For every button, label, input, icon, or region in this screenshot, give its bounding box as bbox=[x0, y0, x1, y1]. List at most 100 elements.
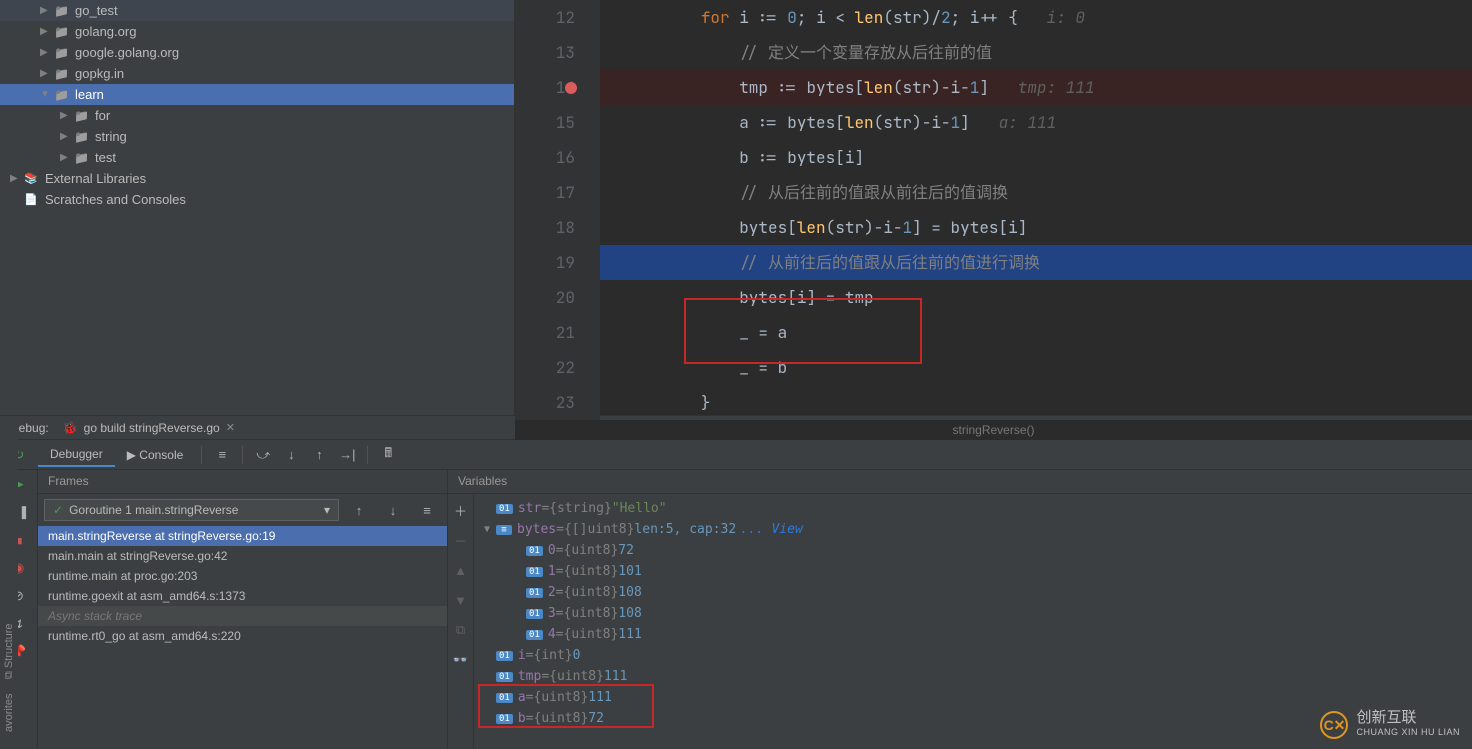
code-line[interactable]: bytes[len(str)-i-1] = bytes[i] bbox=[600, 210, 1472, 245]
library-icon bbox=[24, 172, 40, 186]
stack-frame[interactable]: runtime.main at proc.go:203 bbox=[38, 566, 447, 586]
var-value: 72 bbox=[588, 711, 604, 726]
type-badge-icon: 01 bbox=[526, 567, 543, 577]
code-line[interactable]: _ = a bbox=[600, 315, 1472, 350]
variable-row[interactable]: 01a = {uint8} 111 bbox=[474, 687, 1472, 708]
var-value: 108 bbox=[618, 606, 641, 621]
variables-panel: Variables ＋ － ▲ ▼ ⧉ 👓 01str = {string} "… bbox=[448, 470, 1472, 749]
var-type: {string} bbox=[549, 501, 612, 516]
code-line[interactable]: // 从前往后的值跟从后往前的值进行调换 bbox=[600, 245, 1472, 280]
move-down-button[interactable]: ▼ bbox=[449, 588, 473, 612]
variable-row[interactable]: 011 = {uint8} 101 bbox=[474, 561, 1472, 582]
type-badge-icon: 01 bbox=[496, 672, 513, 682]
code-line[interactable]: tmp := bytes[len(str)-i-1] tmp: 111 bbox=[600, 70, 1472, 105]
var-type: {uint8} bbox=[549, 669, 604, 684]
chevron-icon: ▶ bbox=[60, 110, 70, 121]
evaluate-button[interactable]: 🖩 bbox=[376, 443, 400, 467]
frames-panel: Frames ✓ Goroutine 1 main.stringReverse … bbox=[38, 470, 448, 749]
run-to-cursor-button[interactable]: →| bbox=[335, 443, 359, 467]
var-value: len:5, cap:32 bbox=[634, 522, 736, 537]
variable-row[interactable]: 012 = {uint8} 108 bbox=[474, 582, 1472, 603]
variable-row[interactable]: 013 = {uint8} 108 bbox=[474, 603, 1472, 624]
tree-label: google.golang.org bbox=[75, 45, 179, 60]
tree-label: test bbox=[95, 150, 116, 165]
variable-row[interactable]: 014 = {uint8} 111 bbox=[474, 624, 1472, 645]
debugger-tab[interactable]: Debugger bbox=[38, 443, 115, 467]
chevron-icon: ▶ bbox=[40, 47, 50, 58]
var-type: {uint8} bbox=[564, 564, 619, 579]
step-into-button[interactable]: ↓ bbox=[279, 443, 303, 467]
stack-frame[interactable]: runtime.rt0_go at asm_amd64.s:220 bbox=[38, 626, 447, 646]
variable-row[interactable]: 010 = {uint8} 72 bbox=[474, 540, 1472, 561]
var-name: bytes bbox=[517, 522, 556, 537]
code-line[interactable]: // 定义一个变量存放从后往前的值 bbox=[600, 35, 1472, 70]
code-line[interactable]: b := bytes[i] bbox=[600, 140, 1472, 175]
code-line[interactable]: bytes[i] = tmp bbox=[600, 280, 1472, 315]
chevron-icon: ▶ bbox=[40, 68, 50, 79]
variable-row[interactable]: 01str = {string} "Hello" bbox=[474, 498, 1472, 519]
var-name: a bbox=[518, 690, 526, 705]
var-name: b bbox=[518, 711, 526, 726]
favorites-tab[interactable]: avorites bbox=[3, 693, 15, 732]
tree-item[interactable]: ▶for bbox=[0, 105, 514, 126]
external-libraries[interactable]: ▶ External Libraries bbox=[0, 168, 514, 189]
goroutine-selector[interactable]: ✓ Goroutine 1 main.stringReverse ▾ bbox=[44, 499, 339, 521]
copy-button[interactable]: ⧉ bbox=[449, 618, 473, 642]
tree-item[interactable]: ▼learn bbox=[0, 84, 514, 105]
debug-config-name[interactable]: go build stringReverse.go bbox=[84, 421, 220, 435]
type-badge-icon: 01 bbox=[496, 504, 513, 514]
variable-row[interactable]: 01i = {int} 0 bbox=[474, 645, 1472, 666]
stack-frame[interactable]: runtime.goexit at asm_amd64.s:1373 bbox=[38, 586, 447, 606]
code-line[interactable]: } bbox=[600, 385, 1472, 420]
tree-item[interactable]: ▶ test bbox=[0, 147, 514, 168]
step-out-button[interactable]: ↑ bbox=[307, 443, 331, 467]
var-type: {int} bbox=[534, 648, 573, 663]
type-badge-icon: 01 bbox=[496, 714, 513, 724]
tree-label: learn bbox=[75, 87, 104, 102]
tree-item[interactable]: ▶ google.golang.org bbox=[0, 42, 514, 63]
console-tab[interactable]: ▶ Console bbox=[115, 444, 196, 466]
tree-item[interactable]: ▶golang.org bbox=[0, 21, 514, 42]
stack-frame[interactable]: main.stringReverse at stringReverse.go:1… bbox=[38, 526, 447, 546]
structure-tab[interactable]: ⧉ Structure bbox=[3, 624, 15, 680]
tree-item[interactable]: ▶string bbox=[0, 126, 514, 147]
folder-icon bbox=[54, 4, 70, 18]
variable-row[interactable]: 01tmp = {uint8} 111 bbox=[474, 666, 1472, 687]
glasses-icon[interactable]: 👓 bbox=[449, 648, 473, 672]
code-line[interactable]: _ = b bbox=[600, 350, 1472, 385]
view-link[interactable]: ... View bbox=[740, 522, 803, 537]
tree-item[interactable]: ▶gopkg.in bbox=[0, 63, 514, 84]
function-breadcrumb[interactable]: stringReverse() bbox=[515, 420, 1472, 440]
code-editor[interactable]: 121314151617181920212223 for i := 0; i <… bbox=[515, 0, 1472, 415]
tree-item[interactable]: ▶go_test bbox=[0, 0, 514, 21]
var-name: str bbox=[518, 501, 541, 516]
add-watch-button[interactable]: ＋ bbox=[449, 498, 473, 522]
line-gutter[interactable]: 121314151617181920212223 bbox=[515, 0, 600, 420]
code-line[interactable]: a := bytes[len(str)-i-1] a: 111 bbox=[600, 105, 1472, 140]
breakpoint-icon[interactable] bbox=[565, 82, 577, 94]
chevron-icon: ▶ bbox=[60, 152, 70, 163]
code-content[interactable]: for i := 0; i < len(str)/2; i++ { i: 0 /… bbox=[600, 0, 1472, 420]
folder-icon bbox=[74, 109, 90, 123]
folder-icon bbox=[74, 130, 90, 144]
scratches-consoles[interactable]: Scratches and Consoles bbox=[0, 189, 514, 210]
left-tool-stripe[interactable]: avorites ⧉ Structure bbox=[0, 420, 18, 740]
remove-watch-button[interactable]: － bbox=[449, 528, 473, 552]
variable-row[interactable]: ▼≡bytes = {[]uint8} len:5, cap:32... Vie… bbox=[474, 519, 1472, 540]
move-up-button[interactable]: ▲ bbox=[449, 558, 473, 582]
stack-frame[interactable]: main.main at stringReverse.go:42 bbox=[38, 546, 447, 566]
step-over-button[interactable]: ⤻ bbox=[251, 443, 275, 467]
var-name: i bbox=[518, 648, 526, 663]
var-name: tmp bbox=[518, 669, 541, 684]
var-value: 0 bbox=[573, 648, 581, 663]
type-badge-icon: 01 bbox=[526, 609, 543, 619]
code-line[interactable]: for i := 0; i < len(str)/2; i++ { i: 0 bbox=[600, 0, 1472, 35]
threads-icon[interactable]: ≡ bbox=[210, 443, 234, 467]
next-frame-button[interactable]: ↓ bbox=[381, 498, 405, 522]
close-icon[interactable]: ✕ bbox=[226, 421, 235, 434]
prev-frame-button[interactable]: ↑ bbox=[347, 498, 371, 522]
tree-label: External Libraries bbox=[45, 171, 146, 186]
watermark: C✕ 创新互联 CHUANG XIN HU LIAN bbox=[1320, 711, 1460, 739]
filter-frames-button[interactable]: ≡ bbox=[415, 498, 439, 522]
code-line[interactable]: // 从后往前的值跟从前往后的值调换 bbox=[600, 175, 1472, 210]
